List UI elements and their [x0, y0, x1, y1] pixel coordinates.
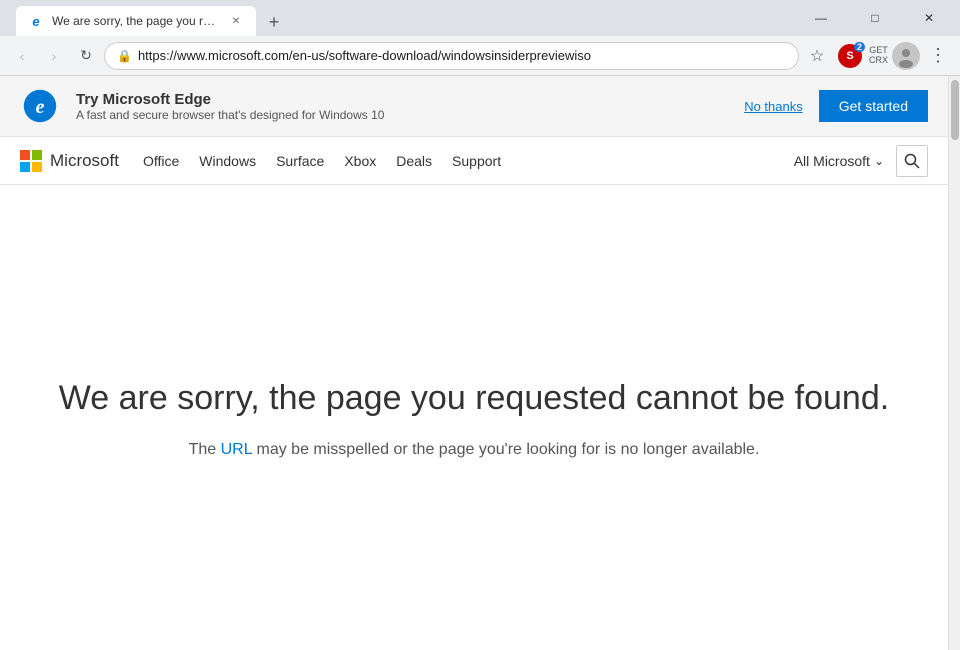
error-subtitle-after: may be misspelled or the page you're loo… — [252, 441, 759, 458]
tab-favicon: e — [28, 13, 44, 29]
nav-link-xbox[interactable]: Xbox — [344, 153, 376, 169]
nav-link-support[interactable]: Support — [452, 153, 501, 169]
ms-nav-right: All Microsoft ⌄ — [794, 145, 928, 177]
error-content: We are sorry, the page you requested can… — [0, 185, 948, 650]
search-icon — [904, 153, 920, 169]
tab-bar: e We are sorry, the page you requ... ✕ + — [8, 0, 794, 36]
error-subtitle-url: URL — [221, 441, 252, 458]
edge-banner-title: Try Microsoft Edge — [76, 91, 384, 108]
badge-letter: S — [846, 50, 853, 62]
nav-link-surface[interactable]: Surface — [276, 153, 324, 169]
ms-logo-text: Microsoft — [50, 151, 119, 171]
nav-link-office[interactable]: Office — [143, 153, 179, 169]
bookmark-icon[interactable]: ☆ — [803, 42, 831, 70]
refresh-button[interactable]: ↻ — [72, 42, 100, 70]
ms-logo-yellow — [32, 162, 42, 172]
address-bar: ‹ › ↻ 🔒 https://www.microsoft.com/en-us/… — [0, 36, 960, 76]
edge-actions: No thanks Get started — [744, 90, 928, 122]
scrollbar-thumb[interactable] — [951, 80, 959, 140]
nav-link-deals[interactable]: Deals — [396, 153, 432, 169]
chevron-down-icon: ⌄ — [874, 154, 884, 168]
ms-logo-green — [32, 150, 42, 160]
more-options-button[interactable]: ⋮ — [924, 42, 952, 70]
scrollbar[interactable] — [948, 76, 960, 650]
edge-banner: e Try Microsoft Edge A fast and secure b… — [0, 76, 948, 137]
all-microsoft-button[interactable]: All Microsoft ⌄ — [794, 153, 884, 169]
tab-close-button[interactable]: ✕ — [228, 13, 244, 29]
lock-icon: 🔒 — [117, 49, 132, 63]
error-title: We are sorry, the page you requested can… — [59, 376, 889, 420]
get-started-button[interactable]: Get started — [819, 90, 928, 122]
profile-button[interactable] — [892, 42, 920, 70]
ms-logo-grid — [20, 150, 42, 172]
window-controls: — □ ✕ — [798, 2, 952, 34]
search-button[interactable] — [896, 145, 928, 177]
ms-logo[interactable]: Microsoft — [20, 150, 119, 172]
edge-logo: e — [20, 86, 60, 126]
maximize-button[interactable]: □ — [852, 2, 898, 34]
badge-count: 2 — [854, 42, 865, 52]
address-field[interactable]: 🔒 https://www.microsoft.com/en-us/softwa… — [104, 42, 799, 70]
svg-text:e: e — [36, 96, 45, 118]
ms-nav: Microsoft Office Windows Surface Xbox De… — [0, 137, 948, 185]
tab-title: We are sorry, the page you requ... — [52, 14, 220, 28]
error-subtitle: The URL may be misspelled or the page yo… — [189, 441, 760, 459]
new-tab-button[interactable]: + — [260, 8, 288, 36]
close-button[interactable]: ✕ — [906, 2, 952, 34]
crx-button[interactable]: GET CRX — [869, 46, 888, 66]
url-text: https://www.microsoft.com/en-us/software… — [138, 48, 786, 63]
forward-button[interactable]: › — [40, 42, 68, 70]
edge-logo-icon: e — [22, 88, 58, 124]
edge-banner-subtitle: A fast and secure browser that's designe… — [76, 108, 384, 122]
profile-avatar — [894, 44, 918, 68]
ms-logo-red — [20, 150, 30, 160]
no-thanks-link[interactable]: No thanks — [744, 99, 803, 114]
error-subtitle-before: The — [189, 441, 221, 458]
title-bar: e We are sorry, the page you requ... ✕ +… — [0, 0, 960, 36]
ms-nav-links: Office Windows Surface Xbox Deals Suppor… — [143, 153, 501, 169]
toolbar-buttons: S 2 GET CRX ⋮ — [835, 42, 952, 70]
all-microsoft-label: All Microsoft — [794, 153, 870, 169]
ms-logo-blue — [20, 162, 30, 172]
crx-label2: CRX — [869, 56, 888, 66]
page-content: e Try Microsoft Edge A fast and secure b… — [0, 76, 948, 650]
extension-badge[interactable]: S 2 — [835, 42, 865, 70]
nav-link-windows[interactable]: Windows — [199, 153, 256, 169]
content-area: e Try Microsoft Edge A fast and secure b… — [0, 76, 960, 650]
minimize-button[interactable]: — — [798, 2, 844, 34]
back-button[interactable]: ‹ — [8, 42, 36, 70]
active-tab[interactable]: e We are sorry, the page you requ... ✕ — [16, 6, 256, 36]
edge-text: Try Microsoft Edge A fast and secure bro… — [76, 91, 384, 122]
